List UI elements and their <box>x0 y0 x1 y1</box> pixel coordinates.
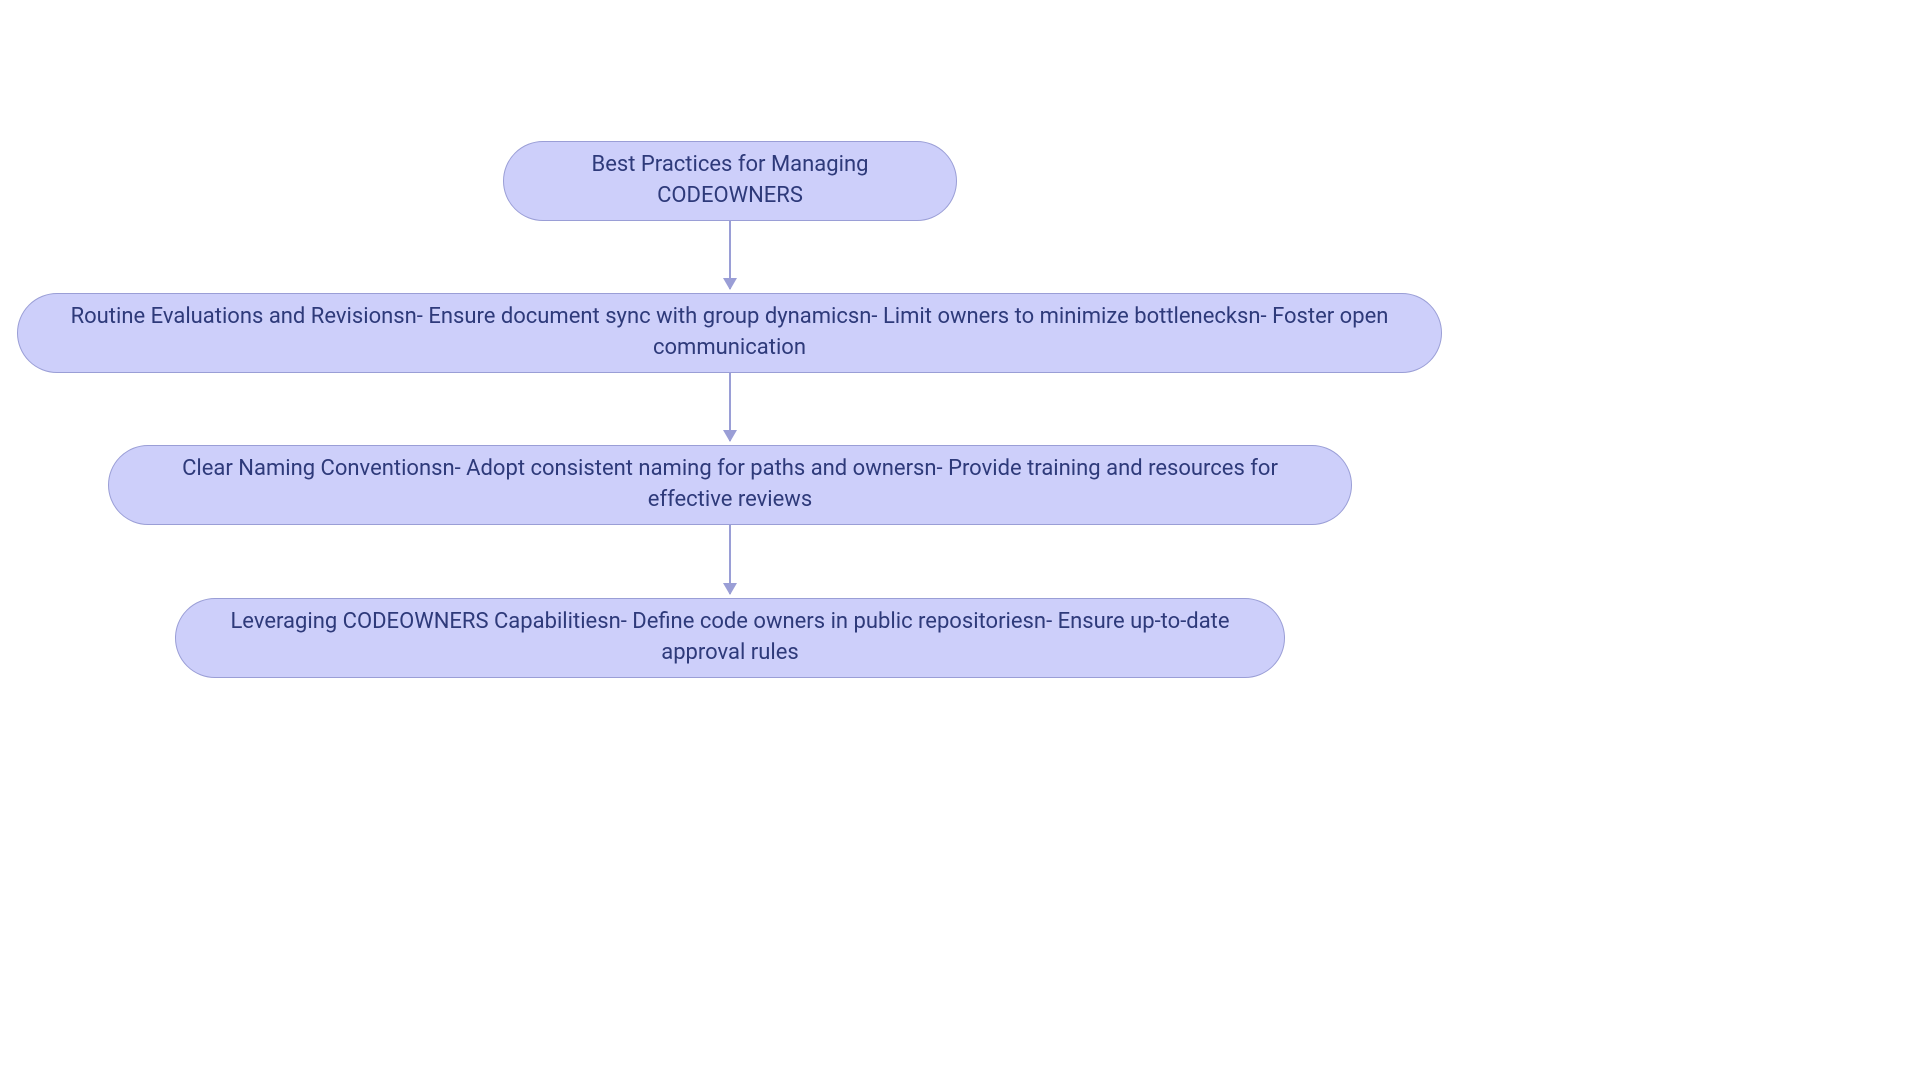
flowchart-node-capabilities: Leveraging CODEOWNERS Capabilitiesn- Def… <box>175 598 1285 678</box>
flowchart-node-root: Best Practices for Managing CODEOWNERS <box>503 141 957 221</box>
flowchart-node-evaluations: Routine Evaluations and Revisionsn- Ensu… <box>17 293 1442 373</box>
node-text: Routine Evaluations and Revisionsn- Ensu… <box>48 302 1411 364</box>
flow-arrow <box>729 373 731 441</box>
flowchart-node-naming: Clear Naming Conventionsn- Adopt consist… <box>108 445 1352 525</box>
node-text: Leveraging CODEOWNERS Capabilitiesn- Def… <box>206 607 1254 669</box>
node-text: Clear Naming Conventionsn- Adopt consist… <box>139 454 1321 516</box>
flowchart-container: Best Practices for Managing CODEOWNERS R… <box>0 0 1920 1083</box>
node-text: Best Practices for Managing CODEOWNERS <box>534 150 926 212</box>
flow-arrow <box>729 221 731 289</box>
flow-arrow <box>729 525 731 594</box>
